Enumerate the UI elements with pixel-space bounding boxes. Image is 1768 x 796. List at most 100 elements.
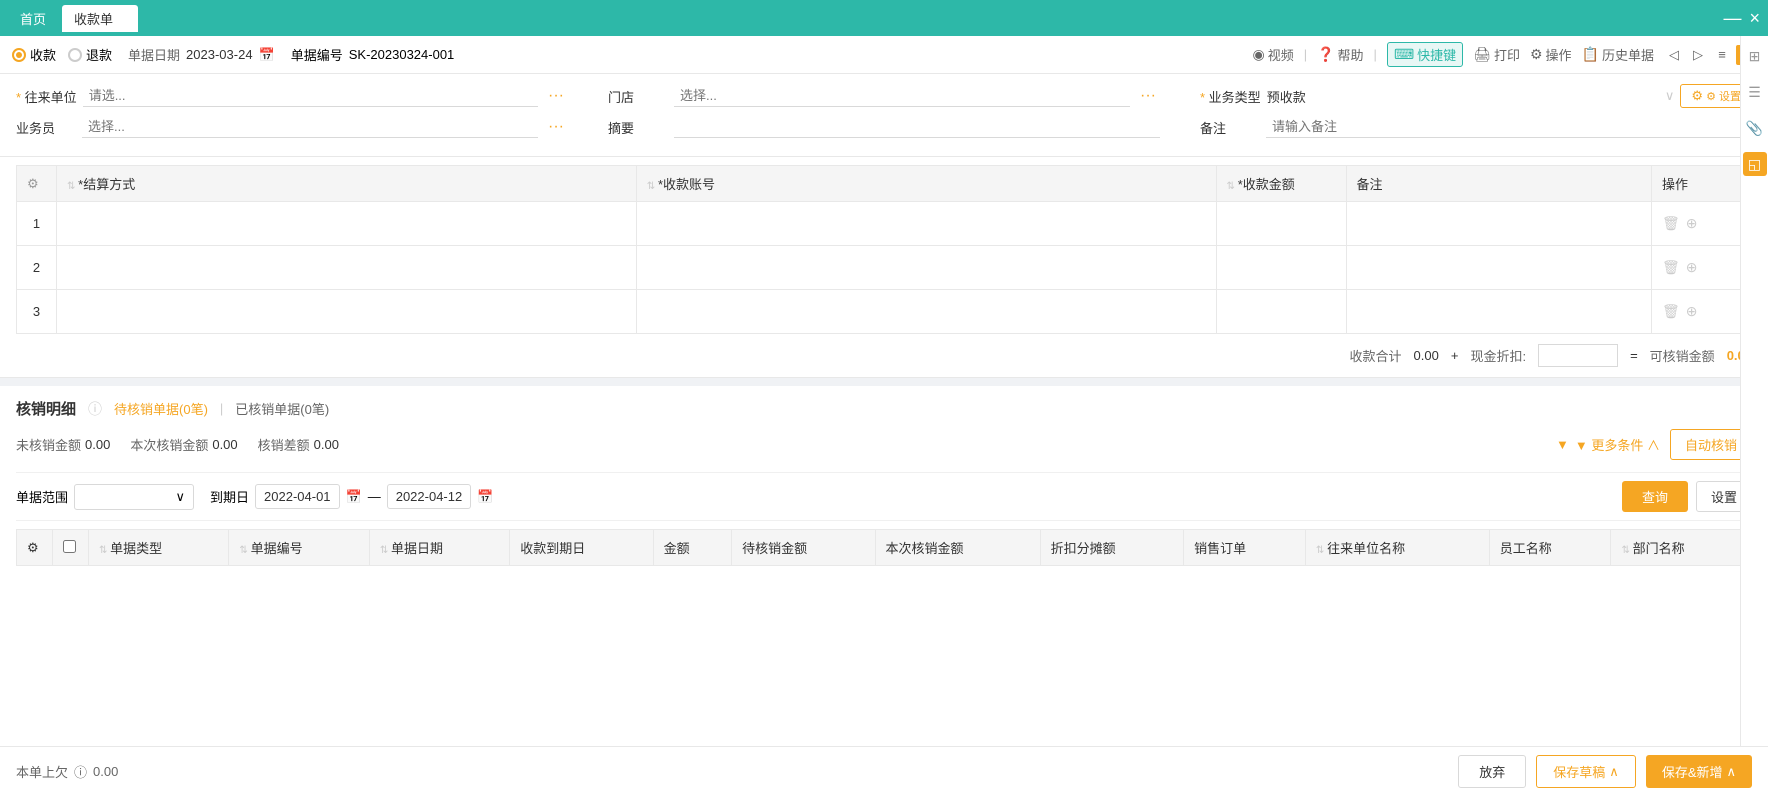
footer-info: 本单上欠 ⓘ 0.00: [16, 762, 118, 781]
amount-cell-2[interactable]: [1216, 246, 1346, 290]
row-num-1: 1: [17, 202, 57, 246]
doc-range-select[interactable]: ∨: [74, 484, 194, 510]
copy-row-2-icon[interactable]: ⊕: [1686, 259, 1698, 276]
remark-cell-2[interactable]: [1346, 246, 1651, 290]
discard-button[interactable]: 放弃: [1458, 755, 1526, 788]
copy-row-1-icon[interactable]: ⊕: [1686, 215, 1698, 232]
counterparty-input[interactable]: [83, 85, 538, 107]
verify-tab-done[interactable]: 已核销单据(0笔): [235, 399, 329, 418]
diff-stat: 核销差额 0.00: [258, 435, 339, 454]
th-account: ⇅ *收款账号: [636, 166, 1216, 202]
date-from-input[interactable]: 2022-04-01: [255, 484, 340, 509]
radio-refund-circle: [68, 48, 82, 62]
th-amount: ⇅ *收款金额: [1216, 166, 1346, 202]
verify-info-icon[interactable]: ⓘ: [88, 399, 102, 419]
remark-input[interactable]: [1266, 116, 1752, 138]
calendar-icon[interactable]: 📅: [259, 47, 275, 63]
footer-info-icon[interactable]: ⓘ: [74, 762, 87, 781]
staff-input[interactable]: [82, 116, 538, 138]
query-button[interactable]: 查询: [1622, 481, 1688, 512]
current-verify-value: 0.00: [212, 437, 237, 452]
summary-label: 摘要: [608, 118, 668, 137]
side-icon-table[interactable]: ⊞: [1743, 44, 1767, 68]
receipt-type-radio-group: 收款 退款: [12, 45, 112, 64]
side-panel: ⊞ ☰ 📎 ◱: [1740, 36, 1768, 796]
radio-refund[interactable]: 退款: [68, 45, 112, 64]
bth-pending-amount: 待核销金额: [732, 530, 875, 566]
save-draft-button[interactable]: 保存草稿 ∧: [1536, 755, 1636, 788]
staff-more-btn[interactable]: ···: [544, 118, 568, 136]
settlement-cell-3[interactable]: [57, 290, 637, 334]
tab-receipt[interactable]: 收款单 ×: [62, 5, 138, 32]
radio-receipt-circle: [12, 48, 26, 62]
delete-row-3-icon[interactable]: 🗑: [1662, 303, 1680, 320]
remark-cell-1[interactable]: [1346, 202, 1651, 246]
date-range-separator: —: [368, 489, 381, 504]
window-close-btn[interactable]: ×: [1749, 8, 1760, 29]
row-num-3: 3: [17, 290, 57, 334]
doc-number-label: 单据编号: [291, 45, 343, 64]
table-row: 2 🗑 ⊕: [17, 246, 1752, 290]
date-to-calendar-icon[interactable]: 📅: [477, 489, 493, 505]
date-to-input[interactable]: 2022-04-12: [387, 484, 472, 509]
date-from-calendar-icon[interactable]: 📅: [346, 489, 362, 505]
account-cell-2[interactable]: [636, 246, 1216, 290]
settlement-cell-2[interactable]: [57, 246, 637, 290]
bth-current-amount: 本次核销金额: [875, 530, 1040, 566]
action-history[interactable]: 📋 历史单据: [1582, 45, 1654, 64]
bottom-table-gear-icon[interactable]: ⚙: [27, 540, 39, 555]
account-cell-3[interactable]: [636, 290, 1216, 334]
layout-prev-icon[interactable]: ◁: [1664, 45, 1684, 65]
counterparty-more-btn[interactable]: ···: [544, 87, 568, 105]
verify-stats: 未核销金额 0.00 本次核销金额 0.00 核销差额 0.00 ▼ ▼ 更多条…: [16, 429, 1752, 460]
copy-row-3-icon[interactable]: ⊕: [1686, 303, 1698, 320]
table-settings-icon[interactable]: ⚙: [27, 176, 39, 191]
settlement-cell-1[interactable]: [57, 202, 637, 246]
amount-cell-3[interactable]: [1216, 290, 1346, 334]
date-value[interactable]: 2023-03-24: [186, 47, 253, 62]
th-action: 操作: [1652, 166, 1752, 202]
action-print[interactable]: 🖨 打印: [1473, 45, 1520, 64]
more-filter-btn[interactable]: ▼ ▼ 更多条件 ∧: [1556, 435, 1660, 454]
tab-home[interactable]: 首页: [8, 5, 58, 32]
action-operate[interactable]: ⚙ 操作: [1530, 45, 1572, 64]
layout-next-icon[interactable]: ▷: [1688, 45, 1708, 65]
remark-cell-3[interactable]: [1346, 290, 1651, 334]
select-all-checkbox[interactable]: [63, 540, 76, 553]
table-row: 1 🗑 ⊕: [17, 202, 1752, 246]
discount-input[interactable]: [1538, 344, 1618, 367]
summary-input[interactable]: [674, 116, 1160, 138]
tab-close-btn[interactable]: ×: [119, 13, 126, 27]
bth-checkbox: [53, 530, 89, 566]
save-new-button[interactable]: 保存&新增 ∧: [1646, 755, 1752, 788]
action-shortcut[interactable]: ⌨ 快捷键: [1387, 42, 1463, 67]
action-video[interactable]: ◉ 视频: [1252, 45, 1293, 64]
amount-cell-1[interactable]: [1216, 202, 1346, 246]
side-icon-attach[interactable]: 📎: [1743, 116, 1767, 140]
uncleared-label: 未核销金额: [16, 435, 81, 454]
action-cell-2: 🗑 ⊕: [1652, 246, 1752, 290]
bth-dept: ⇅ 部门名称: [1611, 530, 1752, 566]
due-date-label: 到期日: [210, 487, 249, 506]
business-type-select[interactable]: 预收款: [1267, 87, 1659, 106]
save-new-chevron: ∧: [1726, 764, 1736, 780]
th-gear: ⚙: [17, 166, 57, 202]
layout-list-icon[interactable]: ≡: [1712, 45, 1732, 65]
business-type-value: 预收款: [1267, 87, 1306, 106]
radio-receipt[interactable]: 收款: [12, 45, 56, 64]
verifiable-label: 可核销金额: [1650, 346, 1715, 365]
side-icon-list[interactable]: ☰: [1743, 80, 1767, 104]
doc-number-field: 单据编号 SK-20230324-001: [291, 45, 455, 64]
th-remark: 备注: [1346, 166, 1651, 202]
side-icon-expand[interactable]: ◱: [1743, 152, 1767, 176]
store-more-btn[interactable]: ···: [1136, 87, 1160, 105]
uncleared-stat: 未核销金额 0.00: [16, 435, 110, 454]
window-minimize-btn[interactable]: —: [1723, 8, 1741, 29]
delete-row-1-icon[interactable]: 🗑: [1662, 215, 1680, 232]
verify-tab-pending[interactable]: 待核销单据(0笔): [114, 399, 208, 418]
delete-row-2-icon[interactable]: 🗑: [1662, 259, 1680, 276]
store-input[interactable]: [674, 85, 1130, 107]
account-cell-1[interactable]: [636, 202, 1216, 246]
business-type-chevron[interactable]: ∨: [1665, 88, 1675, 104]
action-help[interactable]: ❓ 帮助: [1317, 45, 1363, 64]
